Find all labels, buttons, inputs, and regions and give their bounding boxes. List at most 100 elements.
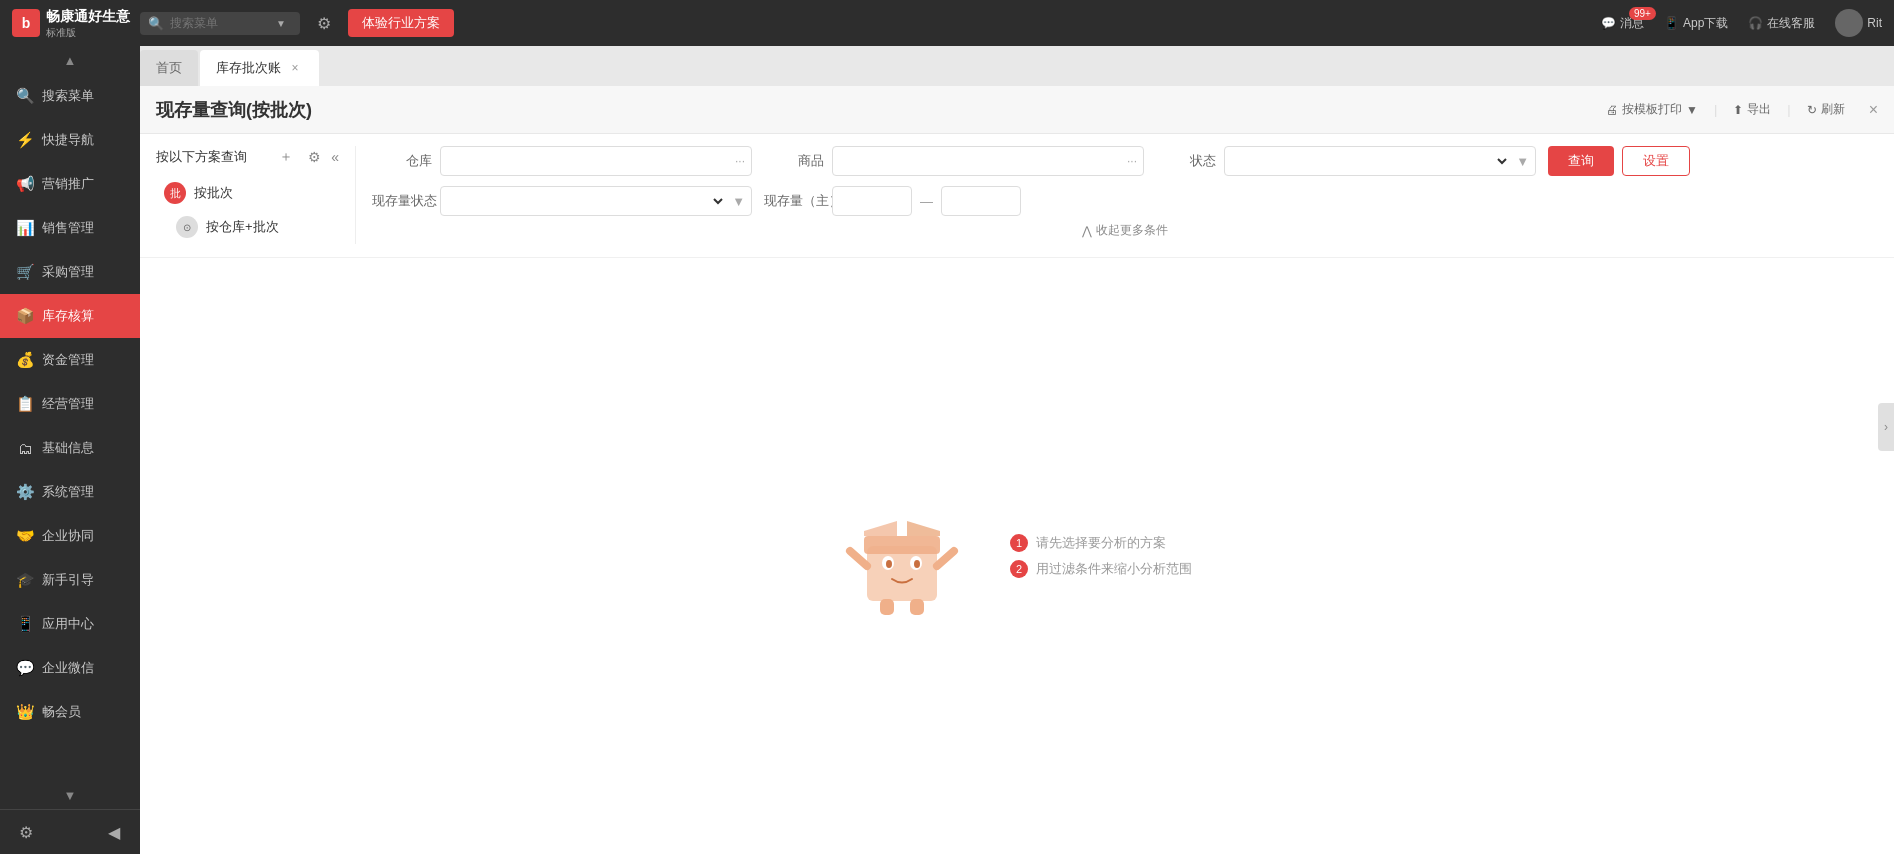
warehouse-input-group: ··· — [440, 146, 752, 176]
messages-button[interactable]: 💬 消息 99+ — [1601, 15, 1644, 32]
warehouse-batch-icon: ⊙ — [176, 216, 198, 238]
marketing-icon: 📢 — [16, 175, 34, 193]
scheme-by-warehouse-batch[interactable]: ⊙ 按仓库+批次 — [156, 210, 339, 244]
sidebar-item-enterprise[interactable]: 🤝 企业协同 — [0, 514, 140, 558]
close-panel-button[interactable]: × — [1869, 101, 1878, 119]
sidebar-scroll-down[interactable]: ▼ — [0, 781, 140, 809]
goods-more-icon[interactable]: ··· — [1121, 154, 1143, 168]
user-name: Rit — [1867, 16, 1882, 30]
sidebar-item-label: 企业协同 — [42, 527, 94, 545]
collapse-more-button[interactable]: ⋀ 收起更多条件 — [372, 216, 1878, 245]
tab-home[interactable]: 首页 — [140, 50, 198, 86]
sidebar-item-wechat[interactable]: 💬 企业微信 — [0, 646, 140, 690]
sidebar-item-quicknav[interactable]: ⚡ 快捷导航 — [0, 118, 140, 162]
inventory-qty-from[interactable] — [832, 186, 912, 216]
scheme-collapse-button[interactable]: « — [331, 149, 339, 165]
sidebar-bottom: ⚙ ◀ — [0, 809, 140, 854]
sidebar-item-purchase[interactable]: 🛒 采购管理 — [0, 250, 140, 294]
filter-area: 按以下方案查询 ＋ ⚙ « 批 按批次 ⊙ — [140, 134, 1894, 258]
app-download-button[interactable]: 📱 App下载 — [1664, 15, 1728, 32]
settings-button[interactable]: ⚙ — [310, 9, 338, 37]
empty-illustration — [842, 491, 962, 621]
filter-fields-area: 仓库 ··· 商品 — [372, 146, 1878, 216]
svg-rect-0 — [867, 546, 937, 601]
svg-marker-2 — [864, 521, 897, 536]
inventory-status-select-wrapper: ▼ — [440, 186, 752, 216]
print-by-template-button[interactable]: 🖨 按模板打印 ▼ — [1598, 97, 1706, 122]
scheme-by-batch[interactable]: 批 按批次 — [156, 176, 339, 210]
user-profile[interactable]: Rit — [1835, 9, 1882, 37]
empty-step-1: 1 请先选择要分析的方案 — [1010, 534, 1192, 552]
empty-state: 1 请先选择要分析的方案 2 用过滤条件来缩小分析范围 — [140, 258, 1894, 854]
goods-input[interactable] — [833, 154, 1121, 168]
menu-search-bar[interactable]: 🔍 ▼ — [140, 12, 300, 35]
app-download-label: App下载 — [1683, 15, 1728, 32]
member-icon: 👑 — [16, 703, 34, 721]
quicknav-icon: ⚡ — [16, 131, 34, 149]
status-select[interactable] — [1225, 147, 1510, 175]
warehouse-label: 仓库 — [372, 152, 432, 170]
filter-fields-panel: 仓库 ··· 商品 — [356, 146, 1878, 245]
sidebar-item-finance[interactable]: 💰 资金管理 — [0, 338, 140, 382]
scheme-header: 按以下方案查询 ＋ ⚙ « — [156, 146, 339, 168]
scheme-settings-button[interactable]: ⚙ — [303, 146, 325, 168]
export-label: 导出 — [1747, 101, 1771, 118]
wechat-icon: 💬 — [16, 659, 34, 677]
sidebar-item-operations[interactable]: 📋 经营管理 — [0, 382, 140, 426]
tab-close-button[interactable]: × — [287, 60, 303, 76]
step-1-text: 请先选择要分析的方案 — [1036, 534, 1166, 552]
filter-row-2: 现存量状态 ▼ — [372, 186, 1878, 216]
sidebar-item-system[interactable]: ⚙️ 系统管理 — [0, 470, 140, 514]
search-icon: 🔍 — [148, 16, 164, 31]
sidebar-item-label: 资金管理 — [42, 351, 94, 369]
sidebar-item-inventory[interactable]: 📦 库存核算 — [0, 294, 140, 338]
warehouse-input[interactable] — [441, 154, 729, 168]
warehouse-more-icon[interactable]: ··· — [729, 154, 751, 168]
sidebar-item-basics[interactable]: 🗂 基础信息 — [0, 426, 140, 470]
svg-point-6 — [886, 560, 892, 568]
menu-search-input[interactable] — [170, 16, 270, 30]
right-collapse-handle[interactable]: › — [1878, 403, 1894, 451]
scheme-actions: ＋ ⚙ « — [275, 146, 339, 168]
sidebar-item-appcenter[interactable]: 📱 应用中心 — [0, 602, 140, 646]
finance-icon: 💰 — [16, 351, 34, 369]
export-button[interactable]: ⬆ 导出 — [1725, 97, 1779, 122]
collapse-up-icon: ⋀ — [1082, 224, 1092, 238]
inventory-qty-to[interactable] — [941, 186, 1021, 216]
sidebar-item-label: 库存核算 — [42, 307, 94, 325]
purchase-icon: 🛒 — [16, 263, 34, 281]
sidebar-item-sales[interactable]: 📊 销售管理 — [0, 206, 140, 250]
sidebar-item-label: 基础信息 — [42, 439, 94, 457]
sidebar-scroll-up[interactable]: ▲ — [0, 46, 140, 74]
avatar — [1835, 9, 1863, 37]
step-1-number: 1 — [1010, 534, 1028, 552]
inventory-qty-field: 现存量（主） — — [764, 186, 1144, 216]
refresh-button[interactable]: ↻ 刷新 — [1799, 97, 1853, 122]
sales-icon: 📊 — [16, 219, 34, 237]
logo-text: 畅康通好生意 标准版 — [46, 7, 130, 38]
divider2: | — [1787, 102, 1790, 117]
query-button[interactable]: 查询 — [1548, 146, 1614, 176]
online-service-button[interactable]: 🎧 在线客服 — [1748, 15, 1815, 32]
page-title: 现存量查询(按批次) — [156, 98, 312, 122]
inventory-status-label: 现存量状态 — [372, 192, 432, 210]
sidebar-item-newuser[interactable]: 🎓 新手引导 — [0, 558, 140, 602]
sidebar-item-member[interactable]: 👑 畅会员 — [0, 690, 140, 734]
logo-icon: b — [12, 9, 40, 37]
trial-button[interactable]: 体验行业方案 — [348, 9, 454, 37]
svg-rect-11 — [910, 599, 924, 615]
field-settings-button[interactable]: 设置 — [1622, 146, 1690, 176]
inventory-status-field: 现存量状态 ▼ — [372, 186, 752, 216]
sidebar-collapse-button[interactable]: ◀ — [100, 818, 128, 846]
export-icon: ⬆ — [1733, 103, 1743, 117]
header-right: 💬 消息 99+ 📱 App下载 🎧 在线客服 Rit — [1601, 9, 1882, 37]
add-scheme-button[interactable]: ＋ — [275, 146, 297, 168]
sidebar-item-label: 经营管理 — [42, 395, 94, 413]
sidebar-settings-button[interactable]: ⚙ — [12, 818, 40, 846]
messages-badge: 99+ — [1629, 7, 1656, 20]
inventory-status-select[interactable] — [441, 187, 726, 215]
sidebar-item-search[interactable]: 🔍 搜索菜单 — [0, 74, 140, 118]
tab-batch[interactable]: 库存批次账 × — [200, 50, 319, 86]
message-icon: 💬 — [1601, 16, 1616, 30]
sidebar-item-marketing[interactable]: 📢 营销推广 — [0, 162, 140, 206]
